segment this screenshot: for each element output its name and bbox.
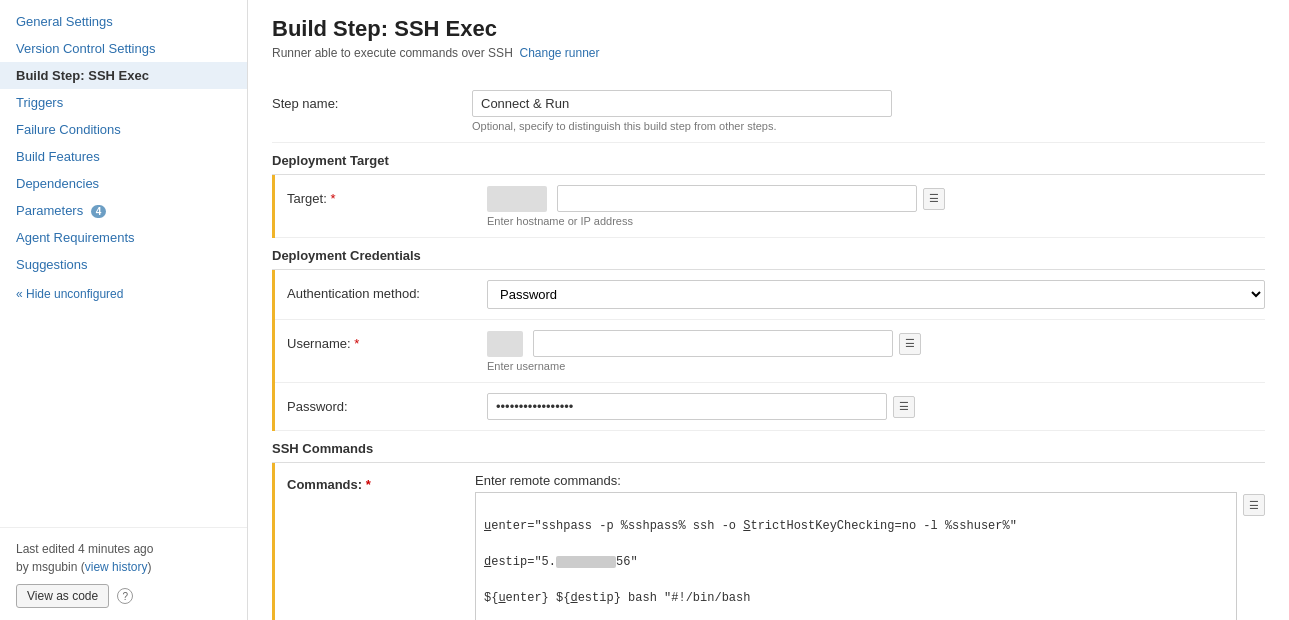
parameters-badge: 4	[91, 205, 107, 218]
auth-method-select[interactable]: Password SSH key	[487, 280, 1265, 309]
sidebar-item-triggers[interactable]: Triggers	[0, 89, 247, 116]
sidebar-item-build-features[interactable]: Build Features	[0, 143, 247, 170]
step-name-hint: Optional, specify to distinguish this bu…	[472, 120, 1265, 132]
help-icon[interactable]: ?	[117, 588, 133, 604]
sidebar-item-suggestions[interactable]: Suggestions	[0, 251, 247, 278]
username-input-row: ☰	[487, 330, 1167, 357]
step-name-row: Step name: Optional, specify to distingu…	[272, 80, 1265, 143]
deployment-credentials-section: Authentication method: Password SSH key …	[272, 270, 1265, 431]
sidebar-item-version-control-settings[interactable]: Version Control Settings	[0, 35, 247, 62]
auth-method-row: Authentication method: Password SSH key	[275, 270, 1265, 320]
deployment-credentials-header: Deployment Credentials	[272, 238, 1265, 270]
page-subtitle: Runner able to execute commands over SSH…	[272, 46, 1265, 60]
target-prefix-blur	[487, 186, 547, 212]
step-name-input[interactable]	[472, 90, 892, 117]
cmd-line-2: destip="5.56"	[484, 553, 1228, 571]
password-input-row: ☰	[487, 393, 1167, 420]
username-icon-btn[interactable]: ☰	[899, 333, 921, 355]
target-hint: Enter hostname or IP address	[487, 215, 1265, 227]
sidebar-item-failure-conditions[interactable]: Failure Conditions	[0, 116, 247, 143]
cmd-line-3: ${uenter} ${destip} bash "#!/bin/bash	[484, 589, 1228, 607]
password-label: Password:	[287, 393, 487, 414]
ssh-commands-section: Commands: * Enter remote commands: uente…	[272, 463, 1265, 620]
deployment-target-header: Deployment Target	[272, 143, 1265, 175]
ssh-commands-header: SSH Commands	[272, 431, 1265, 463]
deployment-target-section: Target: * ☰ Enter hostname or IP address	[272, 175, 1265, 238]
target-content: ☰ Enter hostname or IP address	[487, 185, 1265, 227]
sidebar-item-agent-requirements[interactable]: Agent Requirements	[0, 224, 247, 251]
target-label: Target: *	[287, 185, 487, 206]
password-row: Password: ☰	[275, 383, 1265, 431]
auth-method-label: Authentication method:	[287, 280, 487, 301]
commands-icon-btn[interactable]: ☰	[1243, 494, 1265, 516]
target-icon-btn[interactable]: ☰	[923, 188, 945, 210]
sidebar-item-dependencies[interactable]: Dependencies	[0, 170, 247, 197]
sidebar-item-general-settings[interactable]: General Settings	[0, 8, 247, 35]
sidebar-actions: View as code ?	[16, 584, 231, 608]
commands-box[interactable]: uenter="sshpass -p %sshpass% ssh -o Stri…	[475, 492, 1237, 620]
auth-method-content: Password SSH key	[487, 280, 1265, 309]
sidebar-item-parameters[interactable]: Parameters 4	[0, 197, 247, 224]
change-runner-link[interactable]: Change runner	[519, 46, 599, 60]
username-required: *	[354, 336, 359, 351]
username-row: Username: * ☰ Enter username	[275, 320, 1265, 383]
commands-label: Commands: *	[287, 473, 475, 492]
target-required: *	[330, 191, 335, 206]
username-input[interactable]	[533, 330, 893, 357]
step-name-label: Step name:	[272, 90, 472, 111]
last-edited-info: Last edited 4 minutes ago by msgubin (vi…	[16, 540, 231, 576]
commands-area: Commands: * Enter remote commands: uente…	[275, 463, 1265, 620]
step-name-content: Optional, specify to distinguish this bu…	[472, 90, 1265, 132]
view-as-code-button[interactable]: View as code	[16, 584, 109, 608]
hide-unconfigured-link[interactable]: « Hide unconfigured	[16, 286, 231, 301]
view-history-link[interactable]: view history	[85, 560, 148, 574]
commands-box-wrapper: uenter="sshpass -p %sshpass% ssh -o Stri…	[475, 492, 1265, 620]
sidebar-bottom: Last edited 4 minutes ago by msgubin (vi…	[0, 527, 247, 620]
sidebar: General Settings Version Control Setting…	[0, 0, 248, 620]
main-content: Build Step: SSH Exec Runner able to exec…	[248, 0, 1289, 620]
username-content: ☰ Enter username	[487, 330, 1265, 372]
username-prefix-blur	[487, 331, 523, 357]
commands-required: *	[366, 477, 371, 492]
username-label: Username: *	[287, 330, 487, 351]
password-input[interactable]	[487, 393, 887, 420]
password-icon-btn[interactable]: ☰	[893, 396, 915, 418]
target-input-row: ☰	[487, 185, 1167, 212]
target-input[interactable]	[557, 185, 917, 212]
page-title: Build Step: SSH Exec	[272, 16, 1265, 42]
password-content: ☰	[487, 393, 1265, 420]
username-hint: Enter username	[487, 360, 1265, 372]
target-row: Target: * ☰ Enter hostname or IP address	[275, 175, 1265, 238]
commands-header-text: Enter remote commands:	[475, 473, 1265, 488]
commands-content: Enter remote commands: uenter="sshpass -…	[475, 473, 1265, 620]
cmd-line-1: uenter="sshpass -p %sshpass% ssh -o Stri…	[484, 517, 1228, 535]
sidebar-item-build-step-ssh-exec[interactable]: Build Step: SSH Exec	[0, 62, 247, 89]
